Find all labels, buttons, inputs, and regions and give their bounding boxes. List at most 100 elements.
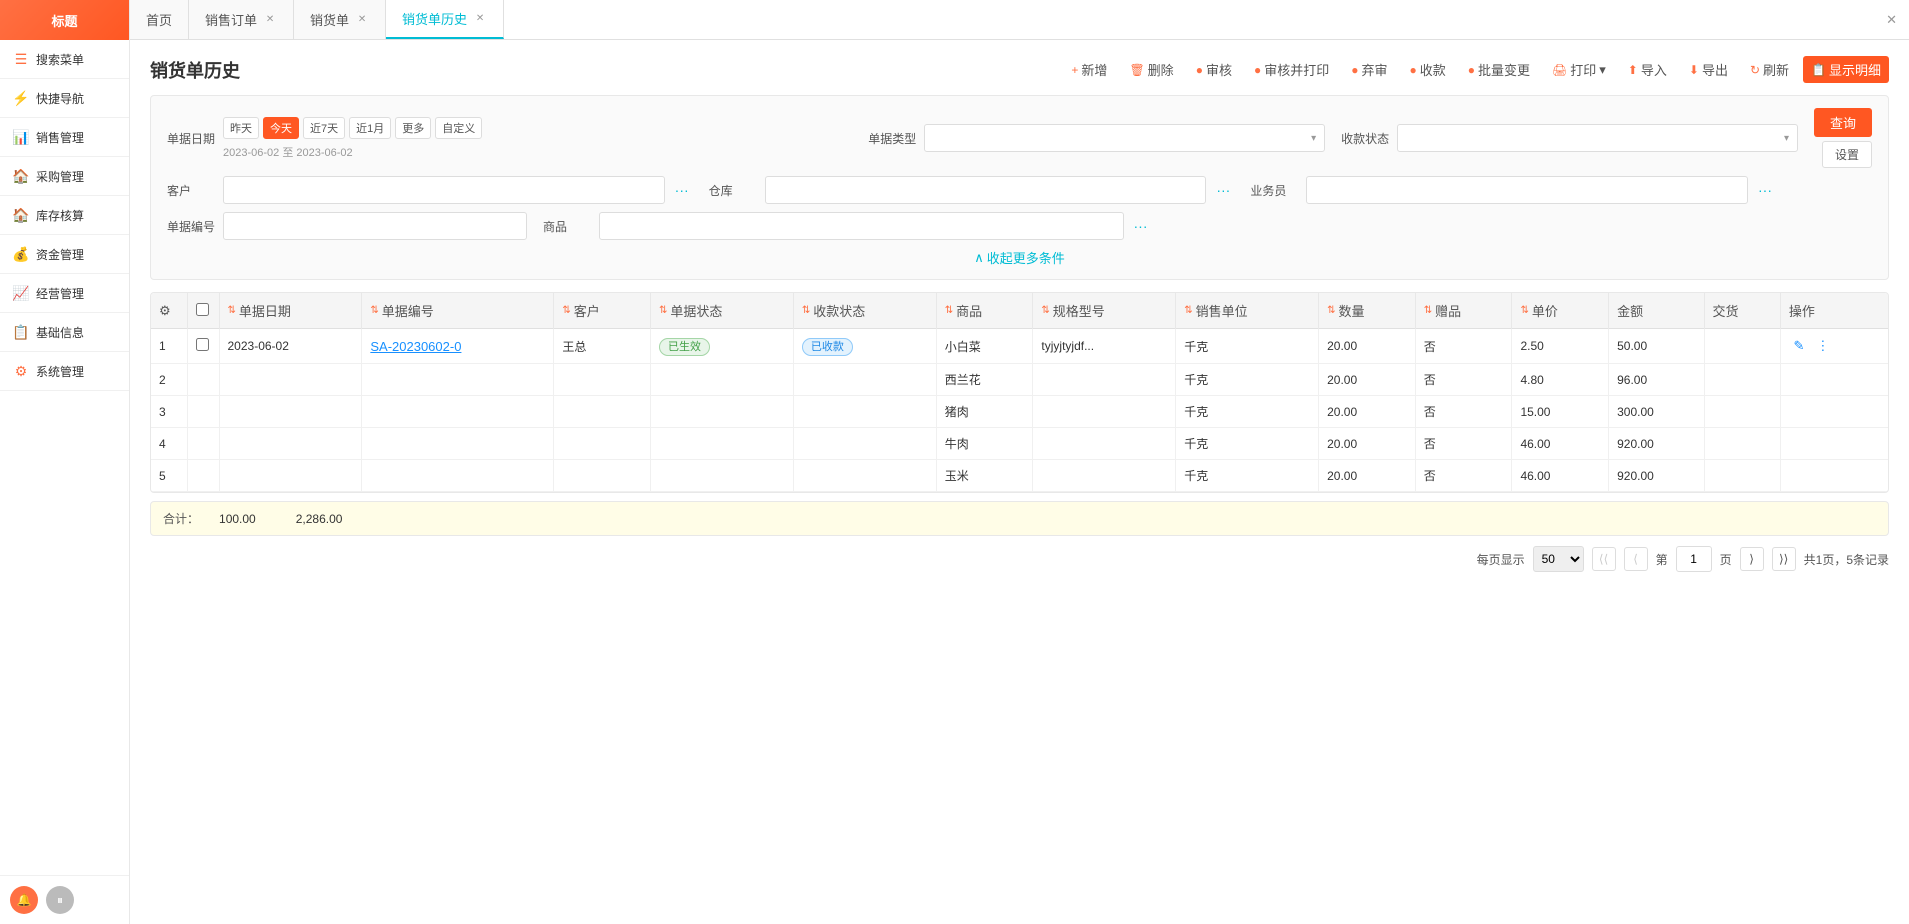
th-customer[interactable]: ⇅ 客户: [554, 293, 651, 329]
th-quantity[interactable]: ⇅ 数量: [1319, 293, 1416, 329]
more-icon[interactable]: ⋮: [1813, 336, 1833, 356]
tab-sales-delivery-close[interactable]: ✕: [355, 13, 369, 27]
th-spec-type[interactable]: ⇅ 规格型号: [1033, 293, 1176, 329]
sidebar-item-sales-mgmt[interactable]: 📊 销售管理: [0, 118, 129, 157]
sidebar-item-purchase-mgmt[interactable]: 🏠 采购管理: [0, 157, 129, 196]
customer-input[interactable]: [223, 176, 665, 204]
settings-button[interactable]: 设置: [1822, 141, 1872, 168]
th-sales-unit[interactable]: ⇅ 销售单位: [1176, 293, 1319, 329]
payment-status-filter-item: 收款状态 ▾: [1341, 124, 1798, 152]
show-detail-icon: 📋: [1811, 63, 1826, 77]
row-actions[interactable]: [1780, 428, 1888, 460]
date-yesterday-btn[interactable]: 昨天: [223, 117, 259, 139]
product-input[interactable]: [599, 212, 1124, 240]
date-more-btn[interactable]: 更多: [395, 117, 431, 139]
row-actions[interactable]: ✎ ⋮: [1780, 329, 1888, 364]
th-gift[interactable]: ⇅ 赠品: [1415, 293, 1512, 329]
row-checkbox-cell[interactable]: [187, 428, 219, 460]
date-last7days-btn[interactable]: 近7天: [303, 117, 345, 139]
row-checkbox-cell[interactable]: [187, 329, 219, 364]
date-today-btn[interactable]: 今天: [263, 117, 299, 139]
page-input[interactable]: [1676, 546, 1712, 572]
date-last1month-btn[interactable]: 近1月: [349, 117, 391, 139]
tab-sales-order[interactable]: 销售订单 ✕: [189, 0, 294, 39]
sort-icon: ⇅: [1041, 305, 1049, 316]
th-unit-price[interactable]: ⇅ 单价: [1512, 293, 1609, 329]
sidebar-item-inventory[interactable]: 🏠 库存核算: [0, 196, 129, 235]
sidebar-item-finance[interactable]: 💰 资金管理: [0, 235, 129, 274]
first-page-button[interactable]: ⟨⟨: [1592, 547, 1616, 571]
export-icon: ⬇: [1689, 63, 1699, 77]
sidebar-item-label: 经营管理: [36, 285, 84, 302]
th-doc-status[interactable]: ⇅ 单据状态: [651, 293, 794, 329]
sort-icon: ⇅: [1327, 305, 1335, 316]
select-all-checkbox[interactable]: [196, 303, 209, 316]
query-button[interactable]: 查询: [1814, 108, 1872, 137]
abandon-button[interactable]: ● 弃审: [1343, 56, 1395, 83]
payment-status-select[interactable]: ▾: [1397, 124, 1798, 152]
row-quantity: 20.00: [1319, 460, 1416, 492]
row-doc-no[interactable]: [362, 396, 554, 428]
tab-home[interactable]: 首页: [130, 0, 189, 39]
row-payment-status: [793, 460, 936, 492]
th-payment-status[interactable]: ⇅ 收款状态: [793, 293, 936, 329]
export-button[interactable]: ⬇ 导出: [1681, 56, 1736, 83]
doc-no-input[interactable]: [223, 212, 527, 240]
sidebar-item-sys-mgmt[interactable]: ⚙ 系统管理: [0, 352, 129, 391]
collect-button[interactable]: ● 收款: [1401, 56, 1453, 83]
warehouse-ellipsis[interactable]: ···: [1212, 182, 1234, 198]
tab-sales-history[interactable]: 销货单历史 ✕: [386, 0, 504, 39]
row-actions[interactable]: [1780, 460, 1888, 492]
sidebar-item-basic-info[interactable]: 📋 基础信息: [0, 313, 129, 352]
last-page-button[interactable]: ⟩⟩: [1772, 547, 1796, 571]
date-custom-btn[interactable]: 自定义: [435, 117, 482, 139]
row-doc-no[interactable]: SA-20230602-0: [362, 329, 554, 364]
sidebar-item-quick-nav[interactable]: ⚡ 快捷导航: [0, 79, 129, 118]
import-button[interactable]: ⬆ 导入: [1620, 56, 1675, 83]
row-checkbox[interactable]: [196, 338, 209, 351]
th-checkbox[interactable]: [187, 293, 219, 329]
row-checkbox-cell[interactable]: [187, 364, 219, 396]
print-icon: 🖨: [1552, 63, 1567, 77]
refresh-button[interactable]: ↻ 刷新: [1742, 56, 1797, 83]
th-product[interactable]: ⇅ 商品: [936, 293, 1033, 329]
row-checkbox-cell[interactable]: [187, 460, 219, 492]
batch-change-button[interactable]: ● 批量变更: [1460, 56, 1538, 83]
next-page-button[interactable]: ⟩: [1740, 547, 1764, 571]
per-page-select[interactable]: 50 10 20 100: [1533, 546, 1584, 572]
tab-sales-order-close[interactable]: ✕: [263, 13, 277, 27]
new-button[interactable]: + 新增: [1063, 56, 1115, 83]
row-checkbox-cell[interactable]: [187, 396, 219, 428]
row-actions[interactable]: [1780, 396, 1888, 428]
th-doc-date[interactable]: ⇅ 单据日期: [219, 293, 362, 329]
show-detail-button[interactable]: 📋 显示明细: [1803, 56, 1889, 83]
delete-button[interactable]: 🗑 删除: [1121, 56, 1181, 83]
salesperson-ellipsis[interactable]: ···: [1754, 182, 1776, 198]
doc-type-select[interactable]: ▾: [924, 124, 1325, 152]
row-doc-no[interactable]: [362, 364, 554, 396]
row-doc-no[interactable]: [362, 428, 554, 460]
warehouse-input[interactable]: [765, 176, 1207, 204]
row-actions[interactable]: [1780, 364, 1888, 396]
th-doc-no[interactable]: ⇅ 单据编号: [362, 293, 554, 329]
tab-sales-history-close[interactable]: ✕: [473, 12, 487, 26]
sidebar-footer-btn-2[interactable]: ⏸: [46, 886, 74, 914]
sidebar-item-search-menu[interactable]: ☰ 搜索菜单: [0, 40, 129, 79]
collapse-button[interactable]: ∧ 收起更多条件: [974, 248, 1065, 267]
tab-bar-close-all[interactable]: ✕: [1874, 0, 1909, 39]
sidebar-footer-btn-1[interactable]: 🔔: [10, 886, 38, 914]
customer-ellipsis[interactable]: ···: [671, 182, 693, 198]
print-button[interactable]: 🖨 打印 ▾: [1544, 56, 1614, 83]
doc-no-link[interactable]: SA-20230602-0: [370, 339, 461, 354]
audit-button[interactable]: ● 审核: [1188, 56, 1240, 83]
th-settings[interactable]: ⚙: [151, 293, 187, 329]
doc-type-filter-item: 单据类型 ▾: [868, 124, 1325, 152]
product-ellipsis[interactable]: ···: [1130, 218, 1152, 234]
salesperson-input[interactable]: [1306, 176, 1748, 204]
tab-sales-delivery[interactable]: 销货单 ✕: [294, 0, 386, 39]
edit-icon[interactable]: ✎: [1789, 336, 1809, 356]
row-doc-no[interactable]: [362, 460, 554, 492]
audit-print-button[interactable]: ● 审核并打印: [1246, 56, 1337, 83]
prev-page-button[interactable]: ⟨: [1624, 547, 1648, 571]
sidebar-item-operations[interactable]: 📈 经营管理: [0, 274, 129, 313]
